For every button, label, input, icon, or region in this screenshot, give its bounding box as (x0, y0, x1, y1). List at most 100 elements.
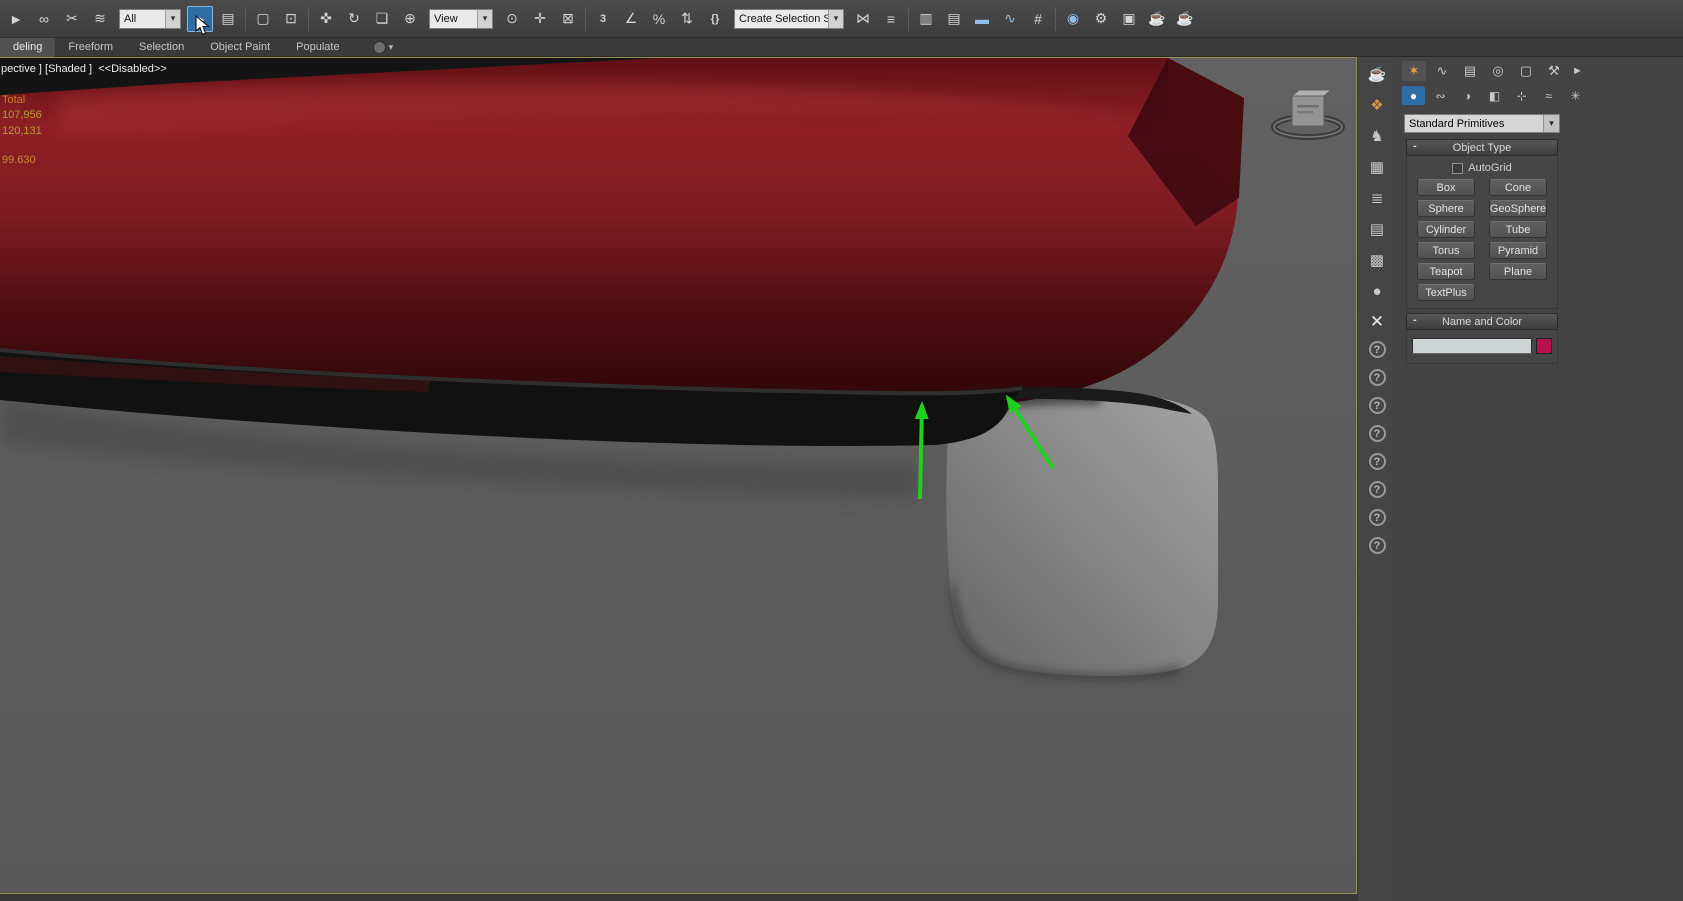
plane-button[interactable]: Plane (1489, 263, 1547, 280)
chevron-down-icon: ▾ (1543, 115, 1559, 132)
space-warps-tab[interactable]: ≈ (1537, 86, 1560, 105)
coordinate-system-dropdown[interactable]: View ▾ (429, 8, 493, 29)
pyramid-button[interactable]: Pyramid (1489, 242, 1547, 259)
toolbar-separator (245, 6, 246, 31)
select-and-manipulate-icon[interactable]: ✛ (527, 6, 553, 32)
utilities-tab[interactable]: ⚒ (1542, 61, 1566, 81)
textplus-button[interactable]: TextPlus (1417, 284, 1475, 301)
render-iterative-icon[interactable]: ☕ (1172, 6, 1198, 32)
teapot-icon[interactable]: ☕ (1364, 62, 1390, 86)
name-color-rollout-header[interactable]: - Name and Color (1406, 313, 1558, 330)
ribbon-overflow-icon (372, 40, 386, 54)
ribbon-overflow-button[interactable]: ▾ (372, 40, 393, 54)
help-icon[interactable]: ? (1368, 397, 1386, 414)
scene-explorer-icon[interactable]: ▤ (941, 6, 967, 32)
systems-tab[interactable]: ✳ (1564, 86, 1587, 105)
percent-snap-icon[interactable]: % (646, 6, 672, 32)
object-name-field[interactable] (1412, 338, 1532, 354)
render-production-icon[interactable]: ☕ (1144, 6, 1170, 32)
perspective-viewport[interactable]: pective ] [Shaded ] <<Disabled>> Total 1… (0, 57, 1357, 894)
cylinder-button[interactable]: Cylinder (1417, 221, 1475, 238)
angle-snap-icon[interactable]: ∠ (618, 6, 644, 32)
stats-verts-value: 120,131 (2, 125, 42, 137)
rectangular-selection-region-icon[interactable]: ▢ (250, 6, 276, 32)
tab-selection[interactable]: Selection (126, 38, 197, 57)
tab-object-paint[interactable]: Object Paint (197, 38, 283, 57)
unlink-selection-icon[interactable]: ✂ (59, 6, 85, 32)
render-setup-icon[interactable]: ⚙ (1088, 6, 1114, 32)
tab-modeling[interactable]: deling (0, 37, 56, 57)
primitive-category-dropdown[interactable]: Standard Primitives ▾ (1404, 114, 1560, 133)
help-icon[interactable]: ? (1368, 509, 1386, 526)
layer-manager-icon[interactable]: ▥ (913, 6, 939, 32)
viewport-label[interactable]: pective ] [Shaded ] <<Disabled>> (1, 63, 167, 75)
lattice-icon[interactable]: ▩ (1364, 248, 1390, 272)
object-color-swatch[interactable] (1536, 338, 1552, 354)
figure-icon[interactable]: ♞ (1364, 124, 1390, 148)
help-icon[interactable]: ? (1368, 453, 1386, 470)
display-tab[interactable]: ▢ (1514, 61, 1538, 81)
tube-button[interactable]: Tube (1489, 221, 1547, 238)
viewport-canvas[interactable] (0, 58, 1356, 893)
select-and-link-icon[interactable]: ∞ (31, 6, 57, 32)
rendered-frame-window-icon[interactable]: ▣ (1116, 6, 1142, 32)
curve-editor-icon[interactable]: ∿ (997, 6, 1023, 32)
modify-tab[interactable]: ∿ (1430, 61, 1454, 81)
object-type-rollout: - Object Type AutoGrid Box Cone Sphere G… (1406, 139, 1558, 309)
panel-arrow-icon[interactable]: ► (1572, 65, 1583, 77)
sphere-icon[interactable]: ● (1364, 279, 1390, 303)
help-icon[interactable]: ? (1368, 481, 1386, 498)
cone-button[interactable]: Cone (1489, 179, 1547, 196)
chevron-down-icon: ▾ (165, 9, 180, 28)
snaps-toggle-icon[interactable]: 3 (590, 6, 616, 32)
stack-icon[interactable]: ▤ (1364, 217, 1390, 241)
help-icon[interactable]: ? (1368, 425, 1386, 442)
use-pivot-point-icon[interactable]: ⊙ (499, 6, 525, 32)
select-and-scale-icon[interactable]: ❏ (369, 6, 395, 32)
torus-button[interactable]: Torus (1417, 242, 1475, 259)
schematic-view-icon[interactable]: # (1025, 6, 1051, 32)
keyboard-shortcut-override-icon[interactable]: ⊠ (555, 6, 581, 32)
select-and-place-icon[interactable]: ⊕ (397, 6, 423, 32)
create-tab[interactable]: ✶ (1402, 61, 1426, 81)
selection-filter-dropdown[interactable]: All ▾ (119, 8, 181, 29)
help-icon[interactable]: ? (1368, 369, 1386, 386)
arrow-cursor-icon[interactable]: ► (3, 6, 29, 32)
box-button[interactable]: Box (1417, 179, 1475, 196)
shapes-tab[interactable]: ∾ (1429, 86, 1452, 105)
layers-icon[interactable]: ≣ (1364, 186, 1390, 210)
object-type-rollout-body: AutoGrid Box Cone Sphere GeoSphere Cylin… (1406, 156, 1558, 309)
close-icon[interactable]: ✕ (1364, 310, 1390, 334)
geosphere-button[interactable]: GeoSphere (1489, 200, 1547, 217)
checker-icon[interactable]: ▦ (1364, 155, 1390, 179)
motion-tab[interactable]: ◎ (1486, 61, 1510, 81)
cameras-tab[interactable]: ◧ (1483, 86, 1506, 105)
help-icon[interactable]: ? (1368, 537, 1386, 554)
named-selection-sets-icon[interactable]: {} (702, 6, 728, 32)
tab-populate[interactable]: Populate (283, 38, 352, 57)
mirror-icon[interactable]: ⋈ (850, 6, 876, 32)
select-by-name-icon[interactable]: ▤ (215, 6, 241, 32)
geometry-tab[interactable]: ● (1402, 86, 1425, 105)
helpers-tab[interactable]: ⊹ (1510, 86, 1533, 105)
select-and-rotate-icon[interactable]: ↻ (341, 6, 367, 32)
selection-set-dropdown[interactable]: Create Selection Se ▾ (734, 8, 844, 29)
window-crossing-icon[interactable]: ⊡ (278, 6, 304, 32)
object-type-rollout-header[interactable]: - Object Type (1406, 139, 1558, 156)
help-icon[interactable]: ? (1368, 341, 1386, 358)
material-editor-icon[interactable]: ◉ (1060, 6, 1086, 32)
teapot-button[interactable]: Teapot (1417, 263, 1475, 280)
bind-to-space-warp-icon[interactable]: ≋ (87, 6, 113, 32)
ribbon-toggle-icon[interactable]: ▬ (969, 6, 995, 32)
toolbar-separator (308, 6, 309, 31)
spinner-snap-icon[interactable]: ⇅ (674, 6, 700, 32)
hierarchy-tab[interactable]: ▤ (1458, 61, 1482, 81)
sphere-button[interactable]: Sphere (1417, 200, 1475, 217)
tab-freeform[interactable]: Freeform (55, 38, 126, 57)
lights-tab[interactable]: ◑ (1456, 86, 1479, 105)
select-object-icon[interactable]: ► (187, 5, 213, 32)
align-icon[interactable]: ≡ (878, 6, 904, 32)
select-and-move-icon[interactable]: ✜ (313, 6, 339, 32)
palette-icon[interactable]: ❖ (1364, 93, 1390, 117)
autogrid-checkbox[interactable] (1452, 162, 1464, 174)
